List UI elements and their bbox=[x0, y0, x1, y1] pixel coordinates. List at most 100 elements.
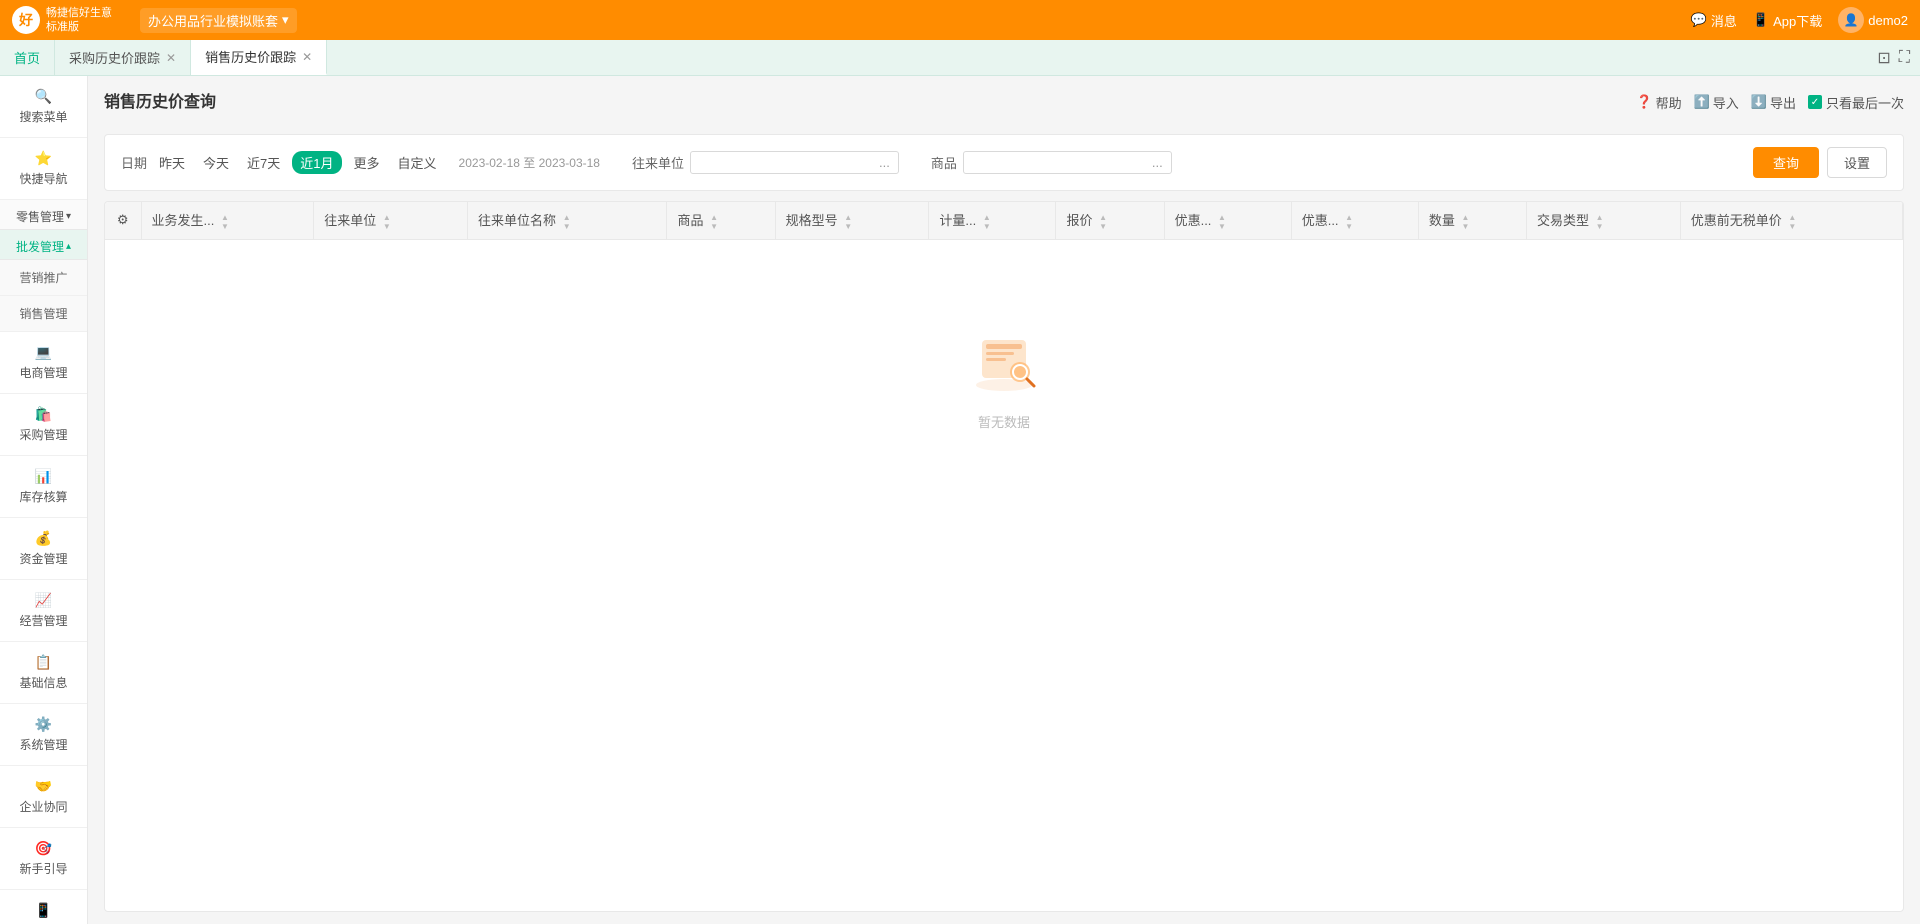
sidebar-item-inventory[interactable]: 📊 库存核算 bbox=[0, 456, 87, 518]
sales-tab-label: 销售历史价跟踪 bbox=[205, 47, 296, 66]
sidebar-item-retail[interactable]: 零售管理 ▾ bbox=[0, 200, 87, 230]
sidebar-item-quick-nav[interactable]: ⭐ 快捷导航 bbox=[0, 138, 87, 200]
operations-label: 经营管理 bbox=[19, 612, 67, 629]
import-button[interactable]: ⬆️ 导入 bbox=[1694, 93, 1739, 112]
sort-icon-trade-type: ▲▼ bbox=[1596, 213, 1604, 231]
date-field: 日期 昨天 今天 近7天 近1月 更多 自定义 bbox=[121, 151, 443, 174]
message-button[interactable]: 💬 消息 bbox=[1691, 11, 1737, 30]
sales-tab-close[interactable]: ✕ bbox=[302, 51, 312, 63]
purchase-tab-close[interactable]: ✕ bbox=[166, 52, 176, 64]
column-pre-tax-price[interactable]: 优惠前无税单价 ▲▼ bbox=[1680, 202, 1902, 239]
partner-dots-btn[interactable]: ... bbox=[879, 155, 890, 170]
sidebar-item-system[interactable]: ⚙️ 系统管理 bbox=[0, 704, 87, 766]
maximize-icon[interactable]: ⛶ bbox=[1899, 49, 1910, 67]
purchase-mgmt-label: 采购管理 bbox=[19, 426, 67, 443]
finance-label: 资金管理 bbox=[19, 550, 67, 567]
avatar: 👤 bbox=[1838, 7, 1864, 33]
company-selector[interactable]: 办公用品行业模拟账套 ▾ bbox=[140, 8, 297, 33]
date-btn-today[interactable]: 今天 bbox=[197, 151, 235, 174]
column-trade-type[interactable]: 交易类型 ▲▼ bbox=[1526, 202, 1680, 239]
goods-dots-btn[interactable]: ... bbox=[1152, 155, 1163, 170]
page-title: 销售历史价查询 bbox=[104, 88, 216, 112]
only-last-checkbox[interactable]: ✓ 只看最后一次 bbox=[1808, 93, 1904, 112]
header-right: 💬 消息 📱 App下载 👤 demo2 bbox=[1691, 7, 1908, 33]
date-filters: 昨天 今天 近7天 近1月 更多 自定义 bbox=[153, 151, 443, 174]
user-profile[interactable]: 👤 demo2 bbox=[1838, 7, 1908, 33]
column-discount1[interactable]: 优惠... ▲▼ bbox=[1164, 202, 1291, 239]
export-button[interactable]: ⬇️ 导出 bbox=[1751, 93, 1796, 112]
sort-icon-biz-date: ▲▼ bbox=[221, 213, 229, 231]
column-partner-code[interactable]: 往来单位 ▲▼ bbox=[314, 202, 468, 239]
date-btn-yesterday[interactable]: 昨天 bbox=[153, 151, 191, 174]
goods-input-wrapper[interactable]: ... bbox=[963, 151, 1172, 174]
settings-button[interactable]: 设置 bbox=[1827, 147, 1887, 178]
inventory-label: 库存核算 bbox=[19, 488, 67, 505]
sort-icon-pre-tax-price: ▲▼ bbox=[1788, 213, 1796, 231]
goods-input[interactable] bbox=[972, 155, 1148, 170]
sidebar-item-enterprise[interactable]: 🤝 企业协同 bbox=[0, 766, 87, 828]
help-button[interactable]: ❓ 帮助 bbox=[1636, 93, 1681, 112]
sidebar-label-search: 搜索菜单 bbox=[19, 108, 67, 125]
sidebar-item-marketing[interactable]: 营销推广 bbox=[0, 260, 87, 296]
chevron-down-icon: ▾ bbox=[282, 12, 289, 28]
column-unit[interactable]: 计量... ▲▼ bbox=[929, 202, 1056, 239]
finance-icon: 💰 bbox=[35, 530, 52, 547]
retail-label: 零售管理 bbox=[16, 208, 64, 225]
gear-icon[interactable]: ⚙ bbox=[117, 212, 129, 227]
date-btn-1month[interactable]: 近1月 bbox=[292, 151, 341, 174]
app-download-button[interactable]: 📱 App下载 bbox=[1753, 11, 1822, 30]
sort-icon-unit: ▲▼ bbox=[983, 213, 991, 231]
column-discount2[interactable]: 优惠... ▲▼ bbox=[1291, 202, 1418, 239]
column-price[interactable]: 报价 ▲▼ bbox=[1056, 202, 1164, 239]
sidebar-item-search[interactable]: 🔍 搜索菜单 bbox=[0, 76, 87, 138]
basic-info-label: 基础信息 bbox=[19, 674, 67, 691]
date-btn-7days[interactable]: 近7天 bbox=[241, 151, 286, 174]
column-gear[interactable]: ⚙ bbox=[105, 202, 141, 239]
sidebar-item-guide[interactable]: 🎯 新手引导 bbox=[0, 828, 87, 890]
minimize-icon[interactable]: ⊡ bbox=[1877, 48, 1890, 68]
date-range-text: 2023-02-18 至 2023-03-18 bbox=[459, 154, 600, 171]
guide-label: 新手引导 bbox=[19, 860, 67, 877]
guide-icon: 🎯 bbox=[35, 840, 52, 857]
tab-bar: 首页 采购历史价跟踪 ✕ 销售历史价跟踪 ✕ ⊡ ⛶ bbox=[0, 40, 1920, 76]
column-quantity[interactable]: 数量 ▲▼ bbox=[1418, 202, 1526, 239]
date-btn-more[interactable]: 更多 bbox=[348, 151, 386, 174]
tab-purchase[interactable]: 采购历史价跟踪 ✕ bbox=[55, 40, 191, 75]
sort-icon-goods: ▲▼ bbox=[710, 213, 718, 231]
data-table-container: ⚙ 业务发生... ▲▼ 往来单位 ▲▼ 往来单位名称 bbox=[104, 201, 1904, 912]
sort-icon-discount2: ▲▼ bbox=[1345, 213, 1353, 231]
partner-input-wrapper[interactable]: ... bbox=[690, 151, 899, 174]
column-partner-name[interactable]: 往来单位名称 ▲▼ bbox=[468, 202, 667, 239]
purchase-tab-label: 采购历史价跟踪 bbox=[69, 48, 160, 67]
query-buttons: 查询 设置 bbox=[1753, 147, 1887, 178]
sort-icon-discount1: ▲▼ bbox=[1218, 213, 1226, 231]
sidebar-item-purchase-mgmt[interactable]: 🛍️ 采购管理 bbox=[0, 394, 87, 456]
table-header-row: ⚙ 业务发生... ▲▼ 往来单位 ▲▼ 往来单位名称 bbox=[105, 202, 1903, 239]
column-goods[interactable]: 商品 ▲▼ bbox=[667, 202, 775, 239]
export-icon: ⬇️ bbox=[1751, 94, 1767, 110]
sidebar-item-app-center[interactable]: 📱 应用中心 bbox=[0, 890, 87, 924]
partner-field: 往来单位 ... bbox=[632, 151, 899, 174]
sort-icon-partner-name: ▲▼ bbox=[563, 213, 571, 231]
tab-sales[interactable]: 销售历史价跟踪 ✕ bbox=[191, 40, 327, 75]
app-center-icon: 📱 bbox=[35, 902, 52, 919]
date-label: 日期 bbox=[121, 153, 147, 172]
partner-input[interactable] bbox=[699, 155, 875, 170]
help-icon: ❓ bbox=[1636, 94, 1652, 110]
sort-icon-quantity: ▲▼ bbox=[1461, 213, 1469, 231]
message-icon: 💬 bbox=[1691, 12, 1707, 28]
sidebar-item-operations[interactable]: 📈 经营管理 bbox=[0, 580, 87, 642]
sidebar-item-basic-info[interactable]: 📋 基础信息 bbox=[0, 642, 87, 704]
sidebar-item-ecommerce[interactable]: 💻 电商管理 bbox=[0, 332, 87, 394]
empty-illustration bbox=[964, 320, 1044, 400]
sidebar: 🔍 搜索菜单 ⭐ 快捷导航 零售管理 ▾ 批发管理 ▴ 营销推广 销售管理 💻 … bbox=[0, 76, 88, 924]
column-biz-date[interactable]: 业务发生... ▲▼ bbox=[141, 202, 314, 239]
sidebar-item-wholesale[interactable]: 批发管理 ▴ bbox=[0, 230, 87, 260]
query-button[interactable]: 查询 bbox=[1753, 147, 1819, 178]
column-spec[interactable]: 规格型号 ▲▼ bbox=[775, 202, 929, 239]
date-btn-custom[interactable]: 自定义 bbox=[392, 151, 443, 174]
sort-icon-partner-code: ▲▼ bbox=[383, 213, 391, 231]
sidebar-item-sales-mgmt[interactable]: 销售管理 bbox=[0, 296, 87, 332]
tab-home[interactable]: 首页 bbox=[0, 40, 55, 75]
sidebar-item-finance[interactable]: 💰 资金管理 bbox=[0, 518, 87, 580]
